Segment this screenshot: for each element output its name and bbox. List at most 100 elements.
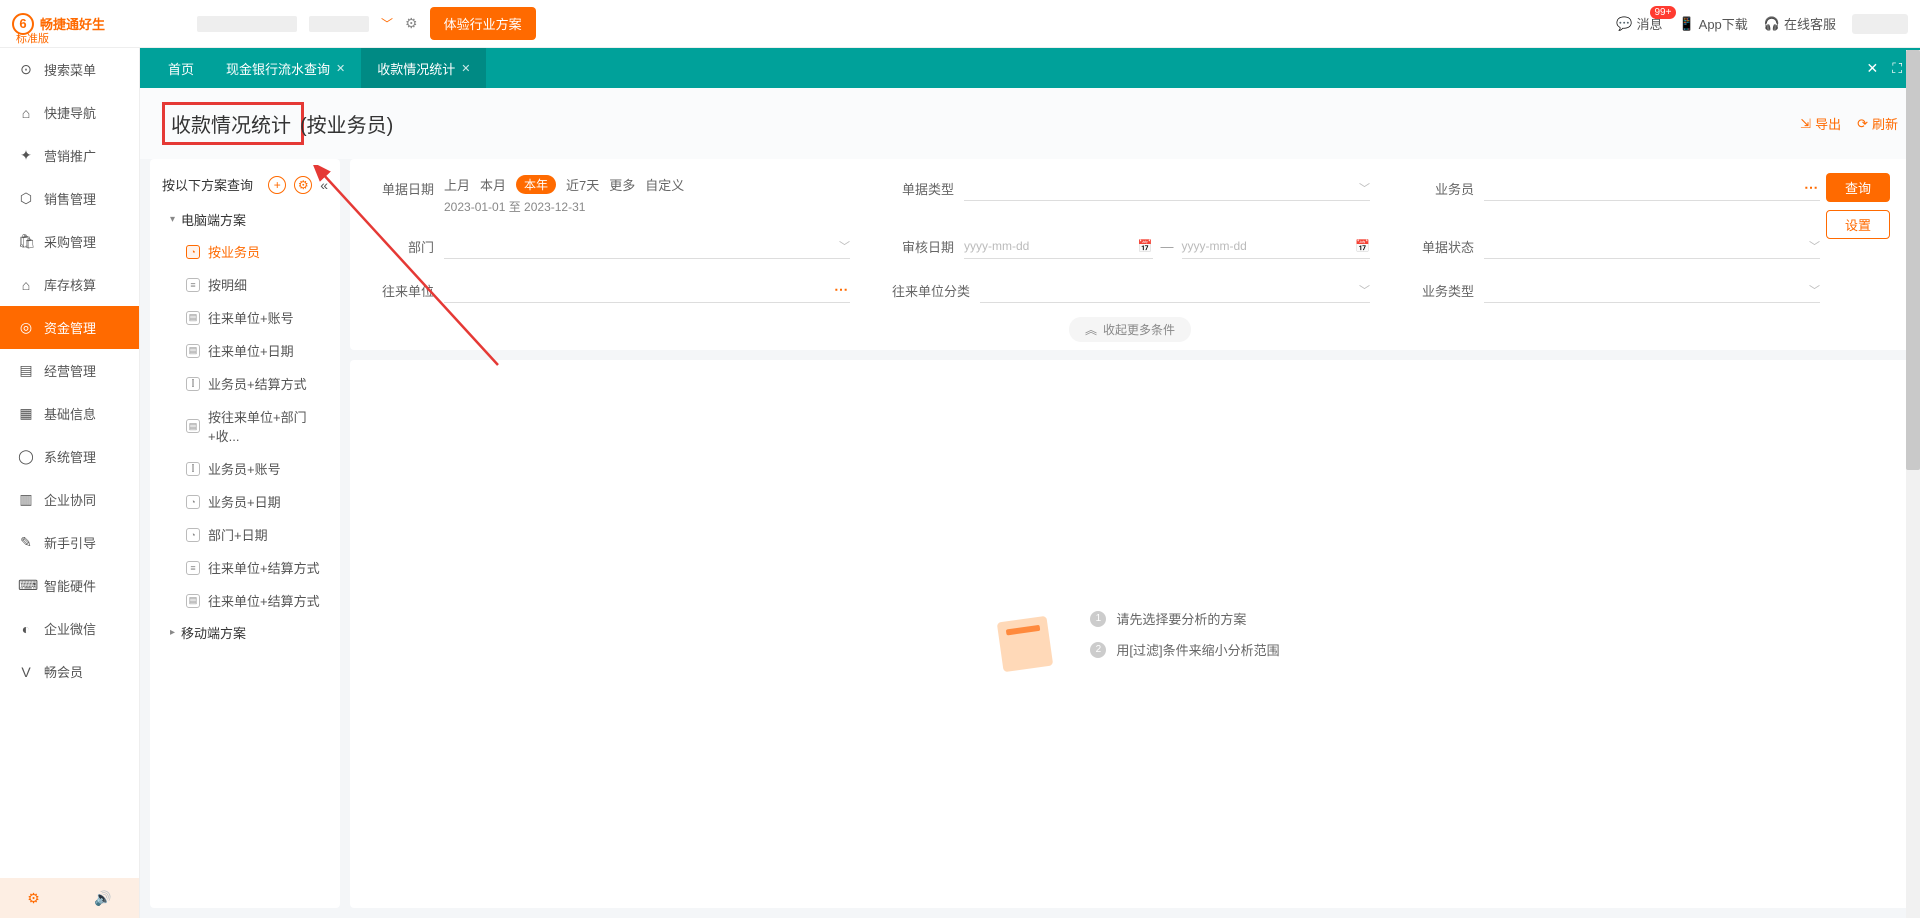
nav-label: 销售管理 — [44, 189, 96, 208]
scheme-leaf[interactable]: ≡按明细 — [150, 268, 340, 301]
scheme-leaf[interactable]: ▤往来单位+日期 — [150, 334, 340, 367]
nav-item[interactable]: ◐企业微信 — [0, 607, 139, 650]
nav-label: 经营管理 — [44, 361, 96, 380]
nav-label: 采购管理 — [44, 232, 96, 251]
tab[interactable]: 现金银行流水查询✕ — [210, 48, 361, 88]
nav-label: 系统管理 — [44, 447, 96, 466]
export-icon: ⇲ — [1800, 116, 1811, 132]
close-icon[interactable]: ✕ — [336, 62, 345, 75]
leaf-label: 业务员+结算方式 — [208, 374, 307, 393]
bill-status-select[interactable]: ﹀ — [1484, 233, 1820, 259]
biz-type-select[interactable]: ﹀ — [1484, 277, 1820, 303]
field-partner-cat: 往来单位分类 ﹀ — [890, 277, 1370, 303]
nav-label: 搜索菜单 — [44, 60, 96, 79]
leaf-icon: ▤ — [186, 594, 200, 608]
fullscreen-icon[interactable]: ⛶ — [1892, 60, 1902, 77]
scrollbar-thumb[interactable] — [1906, 50, 1920, 470]
leaf-icon: ▤ — [186, 419, 200, 433]
bill-type-select[interactable]: ﹀ — [964, 175, 1370, 201]
refresh-button[interactable]: ⟳刷新 — [1857, 114, 1898, 133]
empty-step-1: 1请先选择要分析的方案 — [1090, 609, 1279, 628]
header-right: 💬 消息 99+ 📱 App下载 🎧 在线客服 — [1616, 14, 1908, 34]
nav-label: 智能硬件 — [44, 576, 96, 595]
nav-item[interactable]: ⌂库存核算 — [0, 263, 139, 306]
partner-cat-select[interactable]: ﹀ — [980, 277, 1370, 303]
nav-icon: ⬡ — [18, 190, 34, 207]
nav-icon: ▥ — [18, 491, 34, 508]
messages-link[interactable]: 💬 消息 99+ — [1616, 14, 1662, 33]
nav-item[interactable]: ⌨ 智能硬件 — [0, 564, 139, 607]
empty-state: 1请先选择要分析的方案 2用[过滤]条件来缩小分析范围 — [350, 360, 1910, 908]
tab[interactable]: 收款情况统计✕ — [361, 48, 486, 88]
scrollbar[interactable] — [1906, 50, 1920, 918]
nav-item[interactable]: ◎资金管理 — [0, 306, 139, 349]
avatar[interactable] — [1852, 14, 1908, 34]
left-nav: ⊙搜索菜单⌂快捷导航✦营销推广 ⬡ 销售管理 🛍采购管理⌂库存核算◎资金管理▤经营管理… — [0, 48, 140, 918]
nav-item[interactable]: ◯ 系统管理 — [0, 435, 139, 478]
partner-select[interactable]: ⋯ — [444, 277, 850, 303]
calendar-icon: 📅 — [1355, 239, 1370, 253]
leaf-label: 往来单位+账号 — [208, 308, 294, 327]
leaf-icon: ⫿ — [186, 462, 200, 476]
scheme-leaf[interactable]: ◔业务员+日期 — [150, 485, 340, 518]
settings-icon[interactable]: ⚙ — [27, 890, 40, 907]
nav-item[interactable]: ⌂快捷导航 — [0, 91, 139, 134]
nav-item[interactable]: ✎新手引导 — [0, 521, 139, 564]
nav-icon: ◯ — [18, 448, 34, 465]
company-name-placeholder — [197, 16, 297, 32]
nav-item[interactable]: V畅会员 — [0, 650, 139, 693]
date-quick-picker[interactable]: 上月 本月 本年 近7天 更多 自定义 — [444, 175, 850, 194]
leaf-icon: ≡ — [186, 561, 200, 575]
dept-select[interactable]: ﹀ — [444, 233, 850, 259]
collapse-conditions-button[interactable]: ︽ 收起更多条件 — [1069, 317, 1191, 342]
date-pill-thisyear[interactable]: 本年 — [516, 175, 556, 194]
leaf-label: 按业务员 — [208, 242, 260, 261]
collapse-panel-icon[interactable]: « — [320, 177, 328, 193]
nav-label: 企业协同 — [44, 490, 96, 509]
company-selector[interactable]: ﹀ — [197, 15, 393, 32]
nav-item[interactable]: ⊙搜索菜单 — [0, 48, 139, 91]
scheme-leaf[interactable]: ⫿业务员+账号 — [150, 452, 340, 485]
tab[interactable]: 首页 — [152, 48, 210, 88]
nav-item[interactable]: 🛍采购管理 — [0, 220, 139, 263]
scheme-leaf[interactable]: ▤往来单位+结算方式 — [150, 584, 340, 617]
logo-text: 畅捷通好生 — [40, 14, 105, 33]
scheme-leaf[interactable]: ≡ 往来单位+结算方式 — [150, 551, 340, 584]
nav-item[interactable]: ▥ 企业协同 — [0, 478, 139, 521]
tree-group-desktop[interactable]: ▾电脑端方案 — [150, 204, 340, 235]
volume-icon[interactable]: 🔊 — [94, 890, 111, 907]
scheme-leaf[interactable]: ◔按业务员 — [150, 235, 340, 268]
close-all-icon[interactable]: ✕ — [1866, 60, 1878, 77]
nav-icon: ⌨ — [18, 577, 34, 594]
leaf-label: 往来单位+结算方式 — [208, 558, 320, 577]
nav-icon: ✦ — [18, 147, 34, 164]
gear-icon[interactable]: ⚙ — [405, 15, 418, 32]
chevron-down-icon: ﹀ — [1359, 180, 1370, 196]
content-area: 按以下方案查询 + ⚙ « ▾电脑端方案 ◔按业务员≡按明细▤往来单位+账号▤往… — [140, 159, 1920, 918]
export-button[interactable]: ⇲导出 — [1800, 114, 1841, 133]
global-header: 6 畅捷通好生 标准版 ﹀ ⚙ 体验行业方案 💬 消息 99+ 📱 App下载 … — [0, 0, 1920, 48]
clerk-select[interactable]: ⋯ — [1484, 175, 1820, 201]
nav-item[interactable]: ▤经营管理 — [0, 349, 139, 392]
nav-item[interactable]: ▦基础信息 — [0, 392, 139, 435]
scheme-settings-button[interactable]: ⚙ — [294, 176, 312, 194]
tree-group-mobile[interactable]: ▸移动端方案 — [150, 617, 340, 648]
trial-button[interactable]: 体验行业方案 — [430, 7, 536, 40]
scheme-leaf[interactable]: ⫿业务员+结算方式 — [150, 367, 340, 400]
download-link[interactable]: 📱 App下载 — [1678, 14, 1747, 33]
close-icon[interactable]: ✕ — [461, 62, 470, 75]
field-clerk: 业务员 ⋯ — [1410, 175, 1890, 215]
audit-date-from[interactable]: yyyy-mm-dd📅 — [964, 233, 1153, 259]
audit-date-to[interactable]: yyyy-mm-dd📅 — [1182, 233, 1371, 259]
settings-button[interactable]: 设置 — [1826, 210, 1890, 239]
nav-item[interactable]: ⬡ 销售管理 — [0, 177, 139, 220]
scheme-leaf[interactable]: ▤往来单位+账号 — [150, 301, 340, 334]
query-button[interactable]: 查询 — [1826, 173, 1890, 202]
company-sub-placeholder — [309, 16, 369, 32]
nav-label: 企业微信 — [44, 619, 96, 638]
scheme-leaf[interactable]: ◔部门+日期 — [150, 518, 340, 551]
nav-item[interactable]: ✦营销推广 — [0, 134, 139, 177]
add-scheme-button[interactable]: + — [268, 176, 286, 194]
support-link[interactable]: 🎧 在线客服 — [1764, 14, 1836, 33]
scheme-leaf[interactable]: ▤按往来单位+部门+收... — [150, 400, 340, 452]
